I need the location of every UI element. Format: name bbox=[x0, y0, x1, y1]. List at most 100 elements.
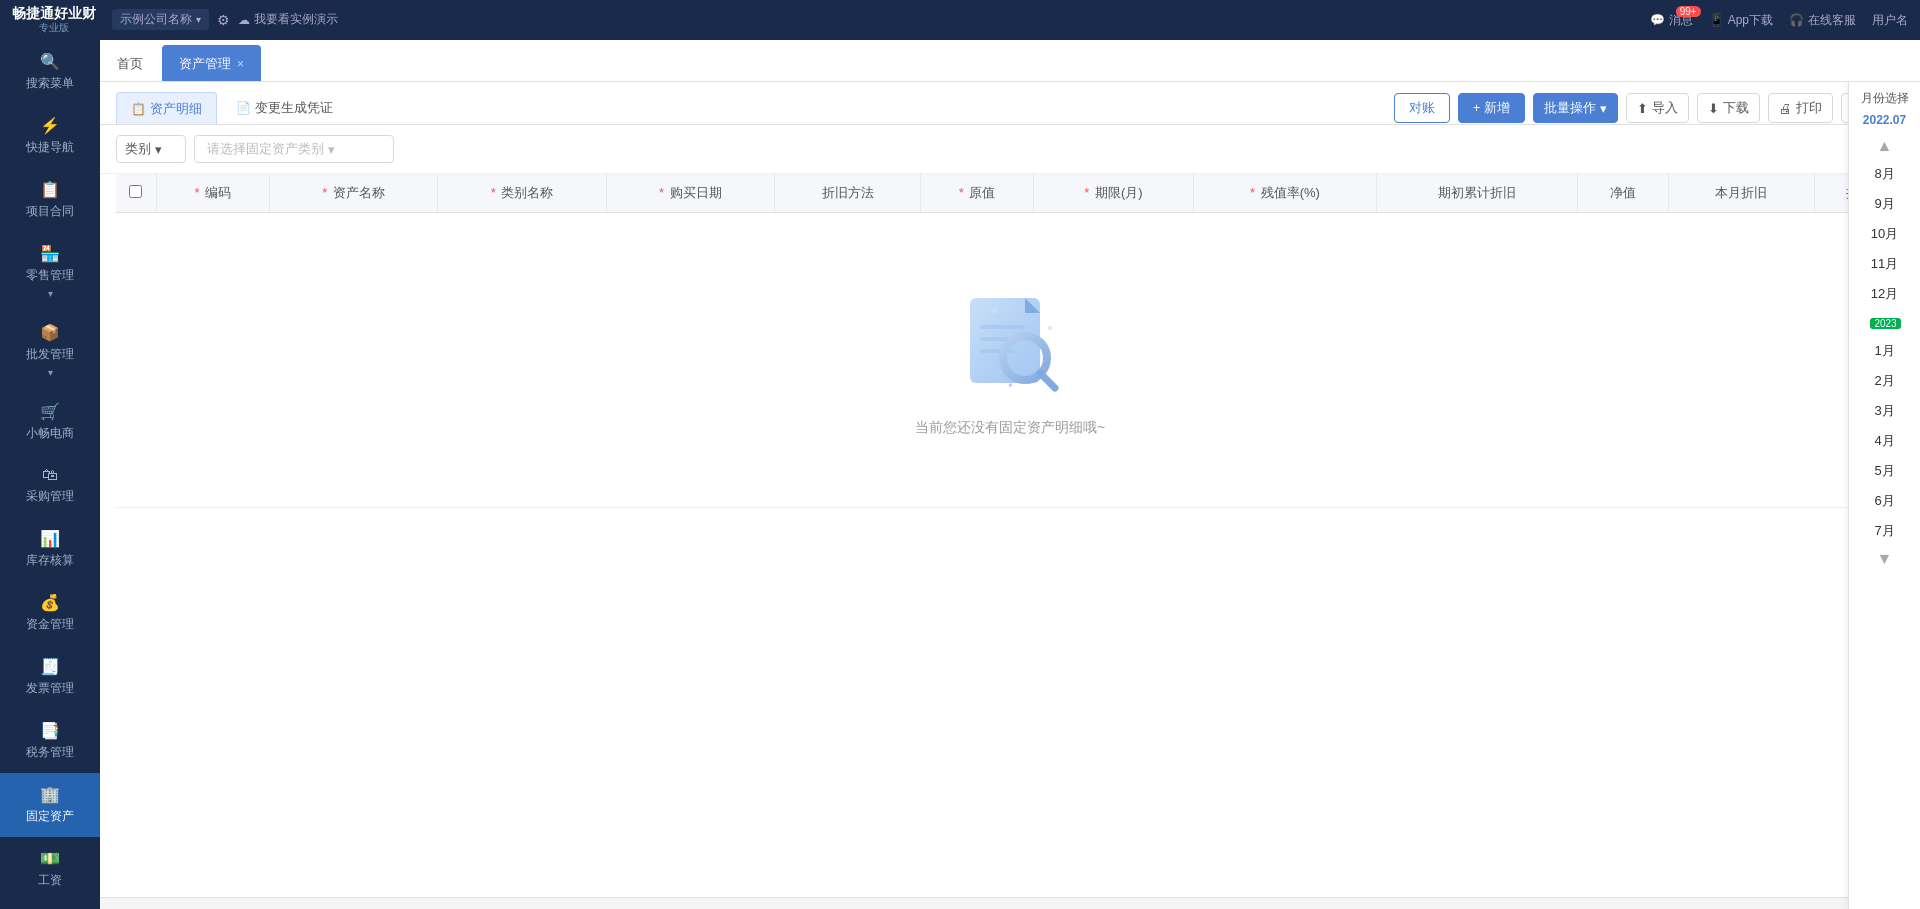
message-icon: 💬 bbox=[1650, 13, 1665, 27]
sidebar-item-ecommerce[interactable]: 🛒 小畅电商 bbox=[0, 390, 100, 454]
month-item-6[interactable]: 6月 bbox=[1849, 486, 1920, 516]
sidebar: 🔍 搜索菜单 ⚡ 快捷导航 📋 项目合同 🏪 零售管理 ▾ 📦 批发管理 ▾ 🛒… bbox=[0, 40, 100, 909]
sidebar-item-search[interactable]: 🔍 搜索菜单 bbox=[0, 40, 100, 104]
sub-tab-voucher-label: 变更生成凭证 bbox=[255, 99, 333, 117]
message-badge: 99+ bbox=[1676, 6, 1701, 17]
category-label: 类别 bbox=[125, 140, 151, 158]
col-code-label: 编码 bbox=[205, 185, 231, 200]
app-label: App下载 bbox=[1728, 12, 1773, 29]
month-item-9[interactable]: 9月 bbox=[1849, 189, 1920, 219]
sidebar-item-invoice[interactable]: 🧾 发票管理 bbox=[0, 645, 100, 709]
batch-button[interactable]: 批量操作 ▾ bbox=[1533, 93, 1618, 123]
year-2023-badge: 2023 bbox=[1849, 309, 1920, 336]
sidebar-item-salary[interactable]: 💵 工资 bbox=[0, 837, 100, 901]
download-icon: ⬇ bbox=[1708, 101, 1719, 116]
sidebar-item-label: 发票管理 bbox=[26, 680, 74, 697]
print-button[interactable]: 🖨 打印 bbox=[1768, 93, 1833, 123]
month-item-7[interactable]: 7月 bbox=[1849, 516, 1920, 546]
month-up-button[interactable]: ▲ bbox=[1873, 133, 1897, 159]
asset-detail-icon: 📋 bbox=[131, 102, 146, 116]
print-label: 打印 bbox=[1796, 99, 1822, 117]
sidebar-item-label: 项目合同 bbox=[26, 203, 74, 220]
month-item-5[interactable]: 5月 bbox=[1849, 456, 1920, 486]
user-name: 用户名 bbox=[1872, 13, 1908, 27]
col-original-value-label: 原值 bbox=[969, 185, 995, 200]
col-category: * 类别名称 bbox=[438, 174, 606, 213]
project-icon: 📋 bbox=[40, 180, 60, 199]
main-layout: 🔍 搜索菜单 ⚡ 快捷导航 📋 项目合同 🏪 零售管理 ▾ 📦 批发管理 ▾ 🛒… bbox=[0, 40, 1920, 909]
page-content: 📋 资产明细 📄 变更生成凭证 对账 + 新增 批量操作 ▾ bbox=[100, 82, 1920, 909]
finance-icon: 💰 bbox=[40, 593, 60, 612]
month-down-button[interactable]: ▼ bbox=[1873, 546, 1897, 572]
month-item-10[interactable]: 10月 bbox=[1849, 219, 1920, 249]
col-residual-rate-label: 残值率(%) bbox=[1261, 185, 1320, 200]
sidebar-item-purchase[interactable]: 🛍 采购管理 bbox=[0, 454, 100, 517]
demo-link[interactable]: ☁ 我要看实例演示 bbox=[238, 11, 338, 28]
salary-icon: 💵 bbox=[40, 849, 60, 868]
app-download-btn[interactable]: 📱 App下载 bbox=[1709, 12, 1773, 29]
demo-text: 我要看实例演示 bbox=[254, 11, 338, 28]
message-btn[interactable]: 💬 消息 99+ bbox=[1650, 12, 1693, 29]
retail-icon: 🏪 bbox=[40, 244, 60, 263]
col-accumulated-depreciation: 期初累计折旧 bbox=[1377, 174, 1578, 213]
content-area: 首页 资产管理 × 📋 资产明细 📄 bbox=[100, 40, 1920, 909]
voucher-icon: 📄 bbox=[236, 101, 251, 115]
select-all-checkbox[interactable] bbox=[129, 185, 142, 198]
sub-tabs-left: 📋 资产明细 📄 变更生成凭证 bbox=[116, 92, 348, 124]
sidebar-item-fixed-assets[interactable]: 🏢 固定资产 bbox=[0, 773, 100, 837]
category-type-select[interactable]: 类别 ▾ bbox=[116, 135, 186, 163]
settings-icon[interactable]: ⚙ bbox=[217, 12, 230, 28]
sidebar-item-label: 固定资产 bbox=[26, 808, 74, 825]
sidebar-item-retail[interactable]: 🏪 零售管理 ▾ bbox=[0, 232, 100, 311]
svg-point-8 bbox=[1048, 326, 1052, 330]
top-bar: 畅捷通好业财 专业版 示例公司名称 ▾ ⚙ ☁ 我要看实例演示 💬 消息 99+… bbox=[0, 0, 1920, 40]
import-icon: ⬆ bbox=[1637, 101, 1648, 116]
col-purchase-date: * 购买日期 bbox=[606, 174, 774, 213]
col-depreciation-method-label: 折旧方法 bbox=[822, 185, 874, 200]
add-button[interactable]: + 新增 bbox=[1458, 93, 1525, 123]
sidebar-item-finance[interactable]: 💰 资金管理 bbox=[0, 581, 100, 645]
sidebar-item-label: 库存核算 bbox=[26, 552, 74, 569]
sidebar-item-project[interactable]: 📋 项目合同 bbox=[0, 168, 100, 232]
month-item-2[interactable]: 2月 bbox=[1849, 366, 1920, 396]
service-icon: 🎧 bbox=[1789, 13, 1804, 27]
sidebar-item-quick-nav[interactable]: ⚡ 快捷导航 bbox=[0, 104, 100, 168]
svg-line-6 bbox=[1040, 373, 1055, 388]
empty-message: 当前您还没有固定资产明细哦~ bbox=[915, 419, 1105, 437]
col-purchase-date-label: 购买日期 bbox=[670, 185, 722, 200]
month-item-3[interactable]: 3月 bbox=[1849, 396, 1920, 426]
month-item-1[interactable]: 1月 bbox=[1849, 336, 1920, 366]
sidebar-item-inventory[interactable]: 📊 库存核算 bbox=[0, 517, 100, 581]
user-info[interactable]: 用户名 bbox=[1872, 12, 1908, 29]
month-item-4[interactable]: 4月 bbox=[1849, 426, 1920, 456]
month-item-8[interactable]: 8月 bbox=[1849, 159, 1920, 189]
col-name: * 资产名称 bbox=[269, 174, 437, 213]
month-item-12[interactable]: 12月 bbox=[1849, 279, 1920, 309]
sub-tab-asset-detail-label: 资产明细 bbox=[150, 100, 202, 118]
company-selector[interactable]: 示例公司名称 ▾ bbox=[112, 9, 209, 30]
sidebar-item-label: 零售管理 bbox=[26, 267, 74, 284]
bottom-scrollbar[interactable] bbox=[100, 897, 1920, 909]
sidebar-item-wholesale[interactable]: 📦 批发管理 ▾ bbox=[0, 311, 100, 390]
import-label: 导入 bbox=[1652, 99, 1678, 117]
sidebar-item-tax[interactable]: 📑 税务管理 bbox=[0, 709, 100, 773]
print-icon: 🖨 bbox=[1779, 101, 1792, 116]
duizhang-button[interactable]: 对账 bbox=[1394, 93, 1450, 123]
category-picker[interactable]: 请选择固定资产类别 ▾ bbox=[194, 135, 394, 163]
ecommerce-icon: 🛒 bbox=[40, 402, 60, 421]
online-service-btn[interactable]: 🎧 在线客服 bbox=[1789, 12, 1856, 29]
sidebar-item-operations[interactable]: 📈 经营管理 bbox=[0, 901, 100, 909]
download-button[interactable]: ⬇ 下载 bbox=[1697, 93, 1760, 123]
checkbox-header bbox=[116, 174, 156, 213]
tab-home-label: 首页 bbox=[117, 55, 143, 73]
sub-tab-asset-detail[interactable]: 📋 资产明细 bbox=[116, 92, 217, 124]
tab-asset-mgmt[interactable]: 资产管理 × bbox=[162, 45, 261, 81]
fixed-assets-icon: 🏢 bbox=[40, 785, 60, 804]
tab-home[interactable]: 首页 bbox=[100, 45, 160, 81]
sub-tab-generate-voucher[interactable]: 📄 变更生成凭证 bbox=[221, 92, 348, 124]
top-bar-right: 💬 消息 99+ 📱 App下载 🎧 在线客服 用户名 bbox=[1650, 12, 1908, 29]
month-item-11[interactable]: 11月 bbox=[1849, 249, 1920, 279]
expand-icon: ▾ bbox=[48, 288, 53, 299]
tab-close-icon[interactable]: × bbox=[237, 57, 244, 71]
import-button[interactable]: ⬆ 导入 bbox=[1626, 93, 1689, 123]
